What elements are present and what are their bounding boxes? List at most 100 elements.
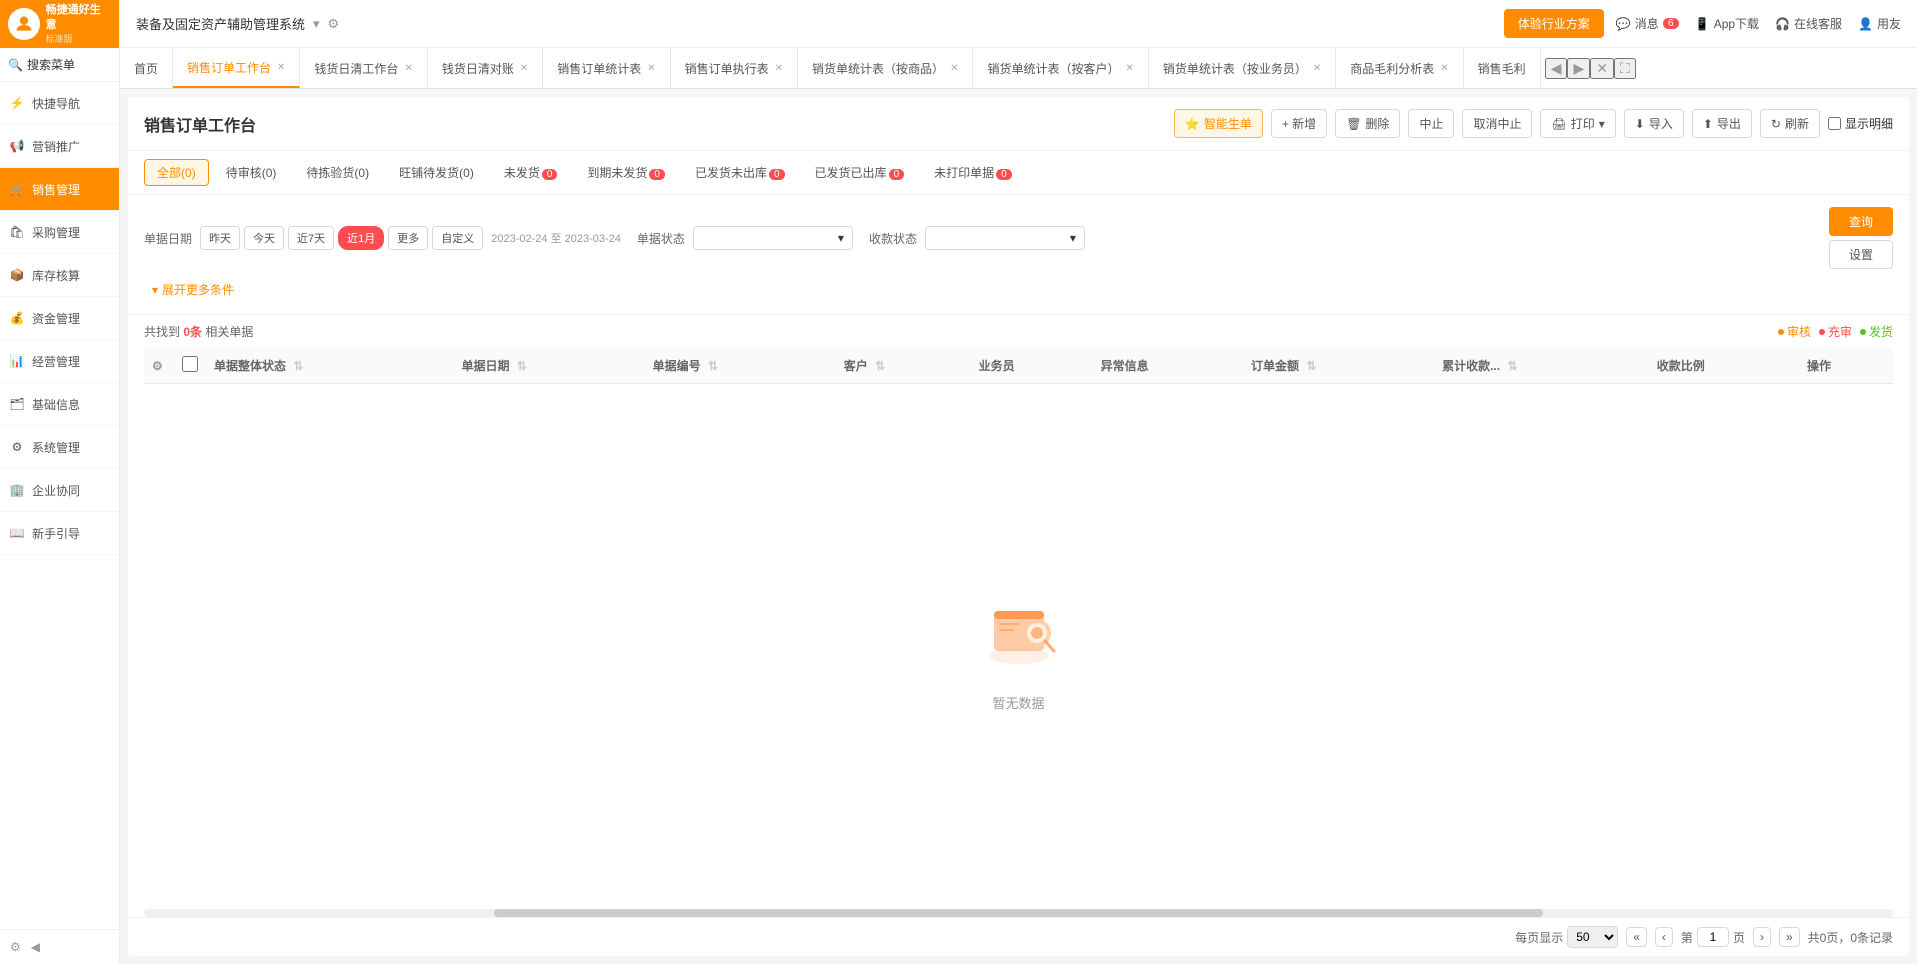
per-page-select[interactable]: 10 20 50 100 bbox=[1567, 926, 1618, 948]
setting-button[interactable]: 设置 bbox=[1829, 240, 1893, 269]
tab-close-icon[interactable]: ✕ bbox=[647, 63, 655, 74]
industry-solution-button[interactable]: 体验行业方案 bbox=[1504, 9, 1604, 38]
date-btn-1month[interactable]: 近1月 bbox=[338, 226, 384, 250]
table-settings-icon[interactable]: ⚙ bbox=[152, 359, 163, 373]
payment-select[interactable]: ▾ bbox=[925, 226, 1085, 250]
filter-tab-shipped-out[interactable]: 已发货已出库0 bbox=[802, 159, 918, 186]
tab-cash-reconcile[interactable]: 钱货日清对账 ✕ bbox=[428, 48, 543, 88]
date-btn-more[interactable]: 更多 bbox=[388, 226, 428, 250]
user-action[interactable]: 👤 用友 bbox=[1858, 15, 1901, 32]
page-indicator: 第 页 bbox=[1681, 927, 1745, 947]
tab-nav-prev[interactable]: ◀ bbox=[1545, 58, 1568, 79]
sidebar-item-basic[interactable]: 🗂 基础信息 bbox=[0, 383, 119, 426]
sidebar-item-finance[interactable]: 💰 资金管理 bbox=[0, 297, 119, 340]
cancel-stop-button[interactable]: 取消中止 bbox=[1462, 109, 1532, 138]
add-button[interactable]: + 新增 bbox=[1271, 109, 1327, 138]
filter-tab-wangpu[interactable]: 旺铺待发货(0) bbox=[386, 159, 487, 186]
filter-tab-pending-inspect[interactable]: 待拣验货(0) bbox=[293, 159, 382, 186]
sort-number-icon[interactable]: ⇅ bbox=[708, 359, 718, 373]
sort-date-icon[interactable]: ⇅ bbox=[517, 359, 527, 373]
tab-home[interactable]: 首页 bbox=[120, 48, 173, 88]
app-download-action[interactable]: 📱 App下载 bbox=[1695, 15, 1759, 32]
tab-nav-next[interactable]: ▶ bbox=[1567, 58, 1590, 79]
tab-close-all[interactable]: ✕ bbox=[1590, 58, 1614, 79]
tab-sales-summary-staff[interactable]: 销货单统计表（按业务员） ✕ bbox=[1149, 48, 1336, 88]
message-action[interactable]: 💬 消息 6 bbox=[1616, 15, 1679, 32]
tab-close-icon[interactable]: ✕ bbox=[520, 63, 528, 74]
filter-tab-shipped-not-out[interactable]: 已发货未出库0 bbox=[682, 159, 798, 186]
sidebar-item-guide[interactable]: 📖 新手引导 bbox=[0, 512, 119, 555]
delete-button[interactable]: 🗑 删除 bbox=[1335, 109, 1400, 138]
next-page-button[interactable]: › bbox=[1753, 927, 1771, 947]
prev-page-button[interactable]: ‹ bbox=[1655, 927, 1673, 947]
cancel-review-action[interactable]: 充审 bbox=[1819, 323, 1852, 340]
smart-create-button[interactable]: ⭐ 智能生单 bbox=[1174, 109, 1263, 138]
date-btn-custom[interactable]: 自定义 bbox=[432, 226, 483, 250]
filter-tab-overdue[interactable]: 到期未发货0 bbox=[574, 159, 678, 186]
date-btn-7days[interactable]: 近7天 bbox=[288, 226, 334, 250]
tab-sales-summary-customer[interactable]: 销货单统计表（按客户） ✕ bbox=[973, 48, 1148, 88]
import-button[interactable]: ⬇ 导入 bbox=[1624, 109, 1684, 138]
sidebar-item-operations[interactable]: 📊 经营管理 bbox=[0, 340, 119, 383]
filter-tab-all[interactable]: 全部(0) bbox=[144, 159, 209, 186]
tab-cash-daily[interactable]: 钱货日清工作台 ✕ bbox=[300, 48, 427, 88]
sidebar-item-quick-nav[interactable]: ⚡ 快捷导航 bbox=[0, 82, 119, 125]
topbar-gear-icon[interactable]: ⚙ bbox=[328, 16, 340, 32]
sort-received-icon[interactable]: ⇅ bbox=[1507, 359, 1517, 373]
sort-customer-icon[interactable]: ⇅ bbox=[875, 359, 885, 373]
tab-close-icon[interactable]: ✕ bbox=[950, 63, 958, 74]
tab-sales-order[interactable]: 销售订单工作台 ✕ bbox=[173, 48, 300, 88]
first-page-button[interactable]: « bbox=[1626, 927, 1647, 947]
tab-close-icon[interactable]: ✕ bbox=[1440, 63, 1448, 74]
date-btn-today[interactable]: 今天 bbox=[244, 226, 284, 250]
sidebar-item-enterprise[interactable]: 🏢 企业协同 bbox=[0, 469, 119, 512]
tab-sales-summary-product[interactable]: 销货单统计表（按商品） ✕ bbox=[798, 48, 973, 88]
tab-close-icon[interactable]: ✕ bbox=[1313, 63, 1321, 74]
sort-amount-icon[interactable]: ⇅ bbox=[1306, 359, 1316, 373]
export-button[interactable]: ⬆ 导出 bbox=[1692, 109, 1752, 138]
settings-icon[interactable]: ⚙ bbox=[10, 940, 21, 954]
tab-sales-stat[interactable]: 销售订单统计表 ✕ bbox=[543, 48, 670, 88]
sidebar-item-marketing[interactable]: 📢 营销推广 bbox=[0, 125, 119, 168]
tab-close-icon[interactable]: ✕ bbox=[1125, 63, 1133, 74]
page-input[interactable] bbox=[1697, 927, 1729, 947]
show-detail-checkbox[interactable] bbox=[1828, 117, 1841, 130]
expand-conditions-button[interactable]: ▾ 展开更多条件 bbox=[144, 277, 242, 302]
tab-close-icon[interactable]: ✕ bbox=[404, 63, 412, 74]
show-detail-label[interactable]: 显示明细 bbox=[1828, 115, 1893, 132]
tab-gross-margin[interactable]: 商品毛利分析表 ✕ bbox=[1336, 48, 1463, 88]
review-action[interactable]: 审核 bbox=[1778, 323, 1811, 340]
horizontal-scrollbar[interactable] bbox=[144, 909, 1893, 917]
sidebar-item-purchase[interactable]: 🛍 采购管理 bbox=[0, 211, 119, 254]
collapse-icon[interactable]: ◀ bbox=[31, 940, 40, 954]
sidebar-item-search[interactable]: 🔍 搜索菜单 bbox=[0, 48, 119, 82]
filter-tab-unshipped[interactable]: 未发货0 bbox=[491, 159, 571, 186]
tab-maximize[interactable]: ⛶ bbox=[1614, 58, 1636, 79]
select-all-checkbox[interactable] bbox=[182, 356, 198, 372]
refresh-button[interactable]: ↻ 刷新 bbox=[1760, 109, 1820, 138]
tab-sales-exec[interactable]: 销售订单执行表 ✕ bbox=[671, 48, 798, 88]
sidebar-item-system[interactable]: ⚙ 系统管理 bbox=[0, 426, 119, 469]
tab-close-icon[interactable]: ✕ bbox=[277, 62, 285, 73]
ship-action[interactable]: 发货 bbox=[1860, 323, 1893, 340]
stop-button[interactable]: 中止 bbox=[1408, 109, 1454, 138]
print-button[interactable]: 🖨 打印 ▾ bbox=[1540, 109, 1615, 138]
print-dropdown-icon: ▾ bbox=[1599, 117, 1605, 131]
sidebar-item-sales[interactable]: 🛒 销售管理 bbox=[0, 168, 119, 211]
filter-tab-unprinted[interactable]: 未打印单据0 bbox=[921, 159, 1025, 186]
page-header: 销售订单工作台 ⭐ 智能生单 + 新增 🗑 删除 中止 取消中止 🖨 bbox=[128, 97, 1909, 151]
tab-sales-profit[interactable]: 销售毛利 bbox=[1464, 48, 1541, 88]
sort-status-icon[interactable]: ⇅ bbox=[293, 359, 303, 373]
th-ratio: 收款比例 bbox=[1649, 348, 1799, 384]
filter-tab-pending[interactable]: 待审核(0) bbox=[213, 159, 290, 186]
system-dropdown-icon[interactable]: ▾ bbox=[313, 16, 320, 32]
online-service-action[interactable]: 🎧 在线客服 bbox=[1775, 15, 1842, 32]
date-btn-yesterday[interactable]: 昨天 bbox=[200, 226, 240, 250]
sidebar-item-inventory[interactable]: 📦 库存核算 bbox=[0, 254, 119, 297]
guide-icon: 📖 bbox=[8, 524, 26, 542]
last-page-button[interactable]: » bbox=[1779, 927, 1800, 947]
tab-close-icon[interactable]: ✕ bbox=[775, 63, 783, 74]
scrollbar-thumb[interactable] bbox=[494, 909, 1543, 917]
query-button[interactable]: 查询 bbox=[1829, 207, 1893, 236]
status-select[interactable]: ▾ bbox=[693, 226, 853, 250]
